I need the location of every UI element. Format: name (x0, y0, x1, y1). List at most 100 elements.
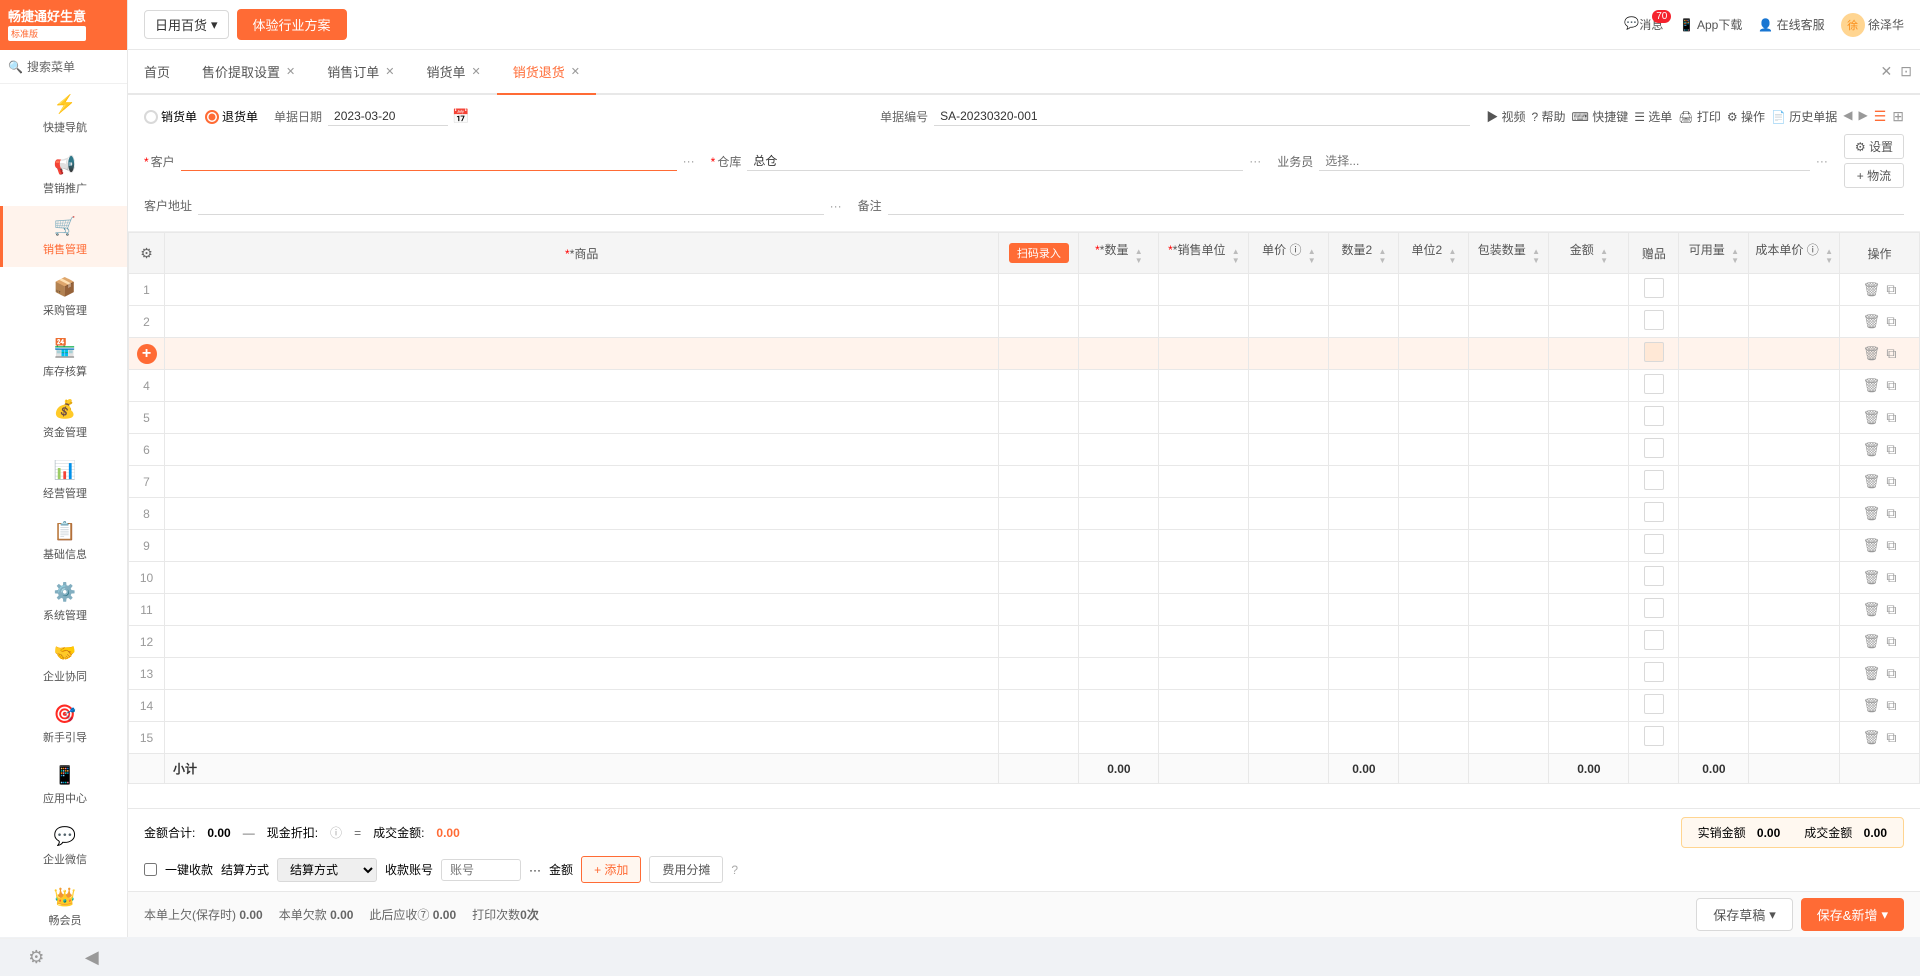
delete-icon[interactable]: 🗑 (1863, 729, 1881, 746)
prev-icon[interactable]: ◀ (1843, 108, 1852, 125)
quantity-cell[interactable] (1079, 274, 1159, 306)
cost-sort[interactable]: ▲▼ (1825, 248, 1833, 265)
sidebar-item-inventory[interactable]: 🏪 库存核算 (0, 328, 127, 389)
available-sort[interactable]: ▲▼ (1731, 248, 1739, 265)
gift-checkbox[interactable] (1644, 310, 1664, 330)
tab-sale-price[interactable]: 售价提取设置 ✕ (186, 50, 311, 95)
account-input[interactable] (441, 859, 521, 881)
gift-checkbox[interactable] (1644, 342, 1664, 362)
operate-btn[interactable]: ⚙ 操作 (1727, 108, 1765, 125)
history-btn[interactable]: 📄 历史单据 (1771, 108, 1837, 125)
delete-icon[interactable]: 🗑 (1863, 537, 1881, 554)
delete-icon[interactable]: 🗑 (1863, 601, 1881, 618)
sidebar-item-wechat[interactable]: 💬 企业微信 (0, 816, 127, 877)
online-service[interactable]: 👤 在线客服 (1758, 16, 1824, 33)
remark-input[interactable] (888, 196, 1904, 215)
gift-cell[interactable] (1629, 274, 1679, 306)
copy-icon[interactable]: ⧉ (1886, 377, 1896, 394)
one-click-payment-checkbox[interactable] (144, 863, 157, 876)
address-input[interactable] (198, 196, 824, 215)
delete-icon[interactable]: 🗑 (1863, 441, 1881, 458)
cost-price-cell[interactable] (1749, 274, 1840, 306)
sidebar-item-marketing[interactable]: 📢 营销推广 (0, 145, 127, 206)
breadcrumb-select[interactable]: 日用百货 ▾ (144, 10, 229, 39)
copy-icon[interactable]: ⧉ (1886, 697, 1896, 714)
add-payment-button[interactable]: + 添加 (581, 856, 641, 883)
tab-maximize-icon[interactable]: ⊡ (1900, 63, 1912, 80)
discount-info-icon[interactable]: ⓘ (330, 824, 342, 841)
copy-icon[interactable]: ⧉ (1886, 665, 1896, 682)
radio-return[interactable]: 退货单 (205, 108, 258, 125)
product-input[interactable] (171, 346, 992, 361)
warehouse-input[interactable] (747, 152, 1243, 171)
sidebar-search[interactable]: 🔍 搜索菜单 (0, 50, 127, 84)
view-grid-icon[interactable]: ⊞ (1892, 108, 1904, 125)
gift-checkbox[interactable] (1644, 374, 1664, 394)
copy-icon[interactable]: ⧉ (1886, 505, 1896, 522)
delete-icon[interactable]: 🗑 (1863, 633, 1881, 650)
sidebar-item-quick-nav[interactable]: ⚡ 快捷导航 (0, 84, 127, 145)
sidebar-item-guide[interactable]: 🎯 新手引导 (0, 694, 127, 755)
warehouse-dots[interactable]: ··· (1249, 154, 1261, 168)
pack-sort[interactable]: ▲▼ (1532, 248, 1540, 265)
settings-bottom-icon[interactable]: ⚙ (28, 947, 44, 968)
trial-button[interactable]: 体验行业方案 (237, 9, 347, 40)
unit2-cell[interactable] (1399, 274, 1469, 306)
delete-icon[interactable]: 🗑 (1863, 281, 1881, 298)
chevron-down-icon[interactable]: ▾ (1769, 907, 1776, 923)
delete-icon[interactable]: 🗑 (1863, 377, 1881, 394)
sidebar-item-enterprise[interactable]: 🤝 企业协同 (0, 633, 127, 694)
gift-checkbox[interactable] (1644, 534, 1664, 554)
copy-icon[interactable]: ⧉ (1886, 537, 1896, 554)
delete-icon[interactable]: 🗑 (1863, 313, 1881, 330)
sidebar-item-operations[interactable]: 📊 经营管理 (0, 450, 127, 511)
account-dots[interactable]: ··· (529, 863, 541, 877)
gift-checkbox[interactable] (1644, 406, 1664, 426)
address-dots[interactable]: ··· (830, 199, 842, 213)
gift-checkbox[interactable] (1644, 662, 1664, 682)
delete-icon[interactable]: 🗑 (1863, 665, 1881, 682)
staff-dots[interactable]: ··· (1816, 154, 1828, 168)
staff-input[interactable] (1319, 152, 1810, 171)
copy-icon[interactable]: ⧉ (1886, 281, 1896, 298)
sidebar-item-basic-info[interactable]: 📋 基础信息 (0, 511, 127, 572)
fee-split-button[interactable]: 费用分摊 (649, 856, 723, 883)
copy-icon[interactable]: ⧉ (1886, 633, 1896, 650)
sidebar-item-app[interactable]: 📱 应用中心 (0, 755, 127, 816)
unit2-sort[interactable]: ▲▼ (1448, 248, 1456, 265)
message-badge[interactable]: 💬 70 消息 (1624, 16, 1663, 33)
app-download[interactable]: 📱 App下载 (1679, 16, 1742, 33)
radio-sale[interactable]: 销货单 (144, 108, 197, 125)
gift-checkbox[interactable] (1644, 470, 1664, 490)
tab-sale-order-close[interactable]: ✕ (385, 65, 394, 78)
video-btn[interactable]: ▶ 视频 (1486, 108, 1525, 125)
view-list-icon[interactable]: ☰ (1874, 108, 1887, 125)
sidebar-item-finance[interactable]: 💰 资金管理 (0, 389, 127, 450)
amount-sort[interactable]: ▲▼ (1600, 248, 1608, 265)
product-cell[interactable] (165, 274, 999, 306)
setting-button[interactable]: ⚙ 设置 (1844, 134, 1904, 159)
next-icon[interactable]: ▶ (1858, 108, 1867, 125)
copy-icon[interactable]: ⧉ (1886, 313, 1896, 330)
help-btn[interactable]: ? 帮助 (1532, 108, 1566, 125)
select-btn[interactable]: ☰ 选单 (1634, 108, 1672, 125)
tab-sale-delivery[interactable]: 销货单 ✕ (410, 50, 496, 95)
tab-close-all-icon[interactable]: ✕ (1881, 63, 1893, 80)
chevron-down-icon[interactable]: ▾ (1881, 907, 1888, 923)
price-cell[interactable] (1249, 274, 1329, 306)
gear-icon[interactable]: ⚙ (140, 245, 153, 261)
quantity-sort[interactable]: ▲▼ (1135, 248, 1143, 265)
qty2-sort[interactable]: ▲▼ (1378, 248, 1386, 265)
qty2-cell[interactable] (1329, 274, 1399, 306)
add-row-button[interactable]: + (137, 344, 157, 364)
copy-icon[interactable]: ⧉ (1886, 473, 1896, 490)
pack-qty-cell[interactable] (1469, 274, 1549, 306)
customer-dots[interactable]: ··· (683, 154, 695, 168)
sidebar-item-sales[interactable]: 🛒 销售管理 (0, 206, 127, 267)
sale-unit-cell[interactable] (1159, 274, 1249, 306)
copy-icon[interactable]: ⧉ (1886, 601, 1896, 618)
copy-icon[interactable]: ⧉ (1886, 569, 1896, 586)
delete-icon[interactable]: 🗑 (1863, 409, 1881, 426)
date-input[interactable] (328, 107, 448, 126)
tab-sale-order[interactable]: 销售订单 ✕ (311, 50, 410, 95)
